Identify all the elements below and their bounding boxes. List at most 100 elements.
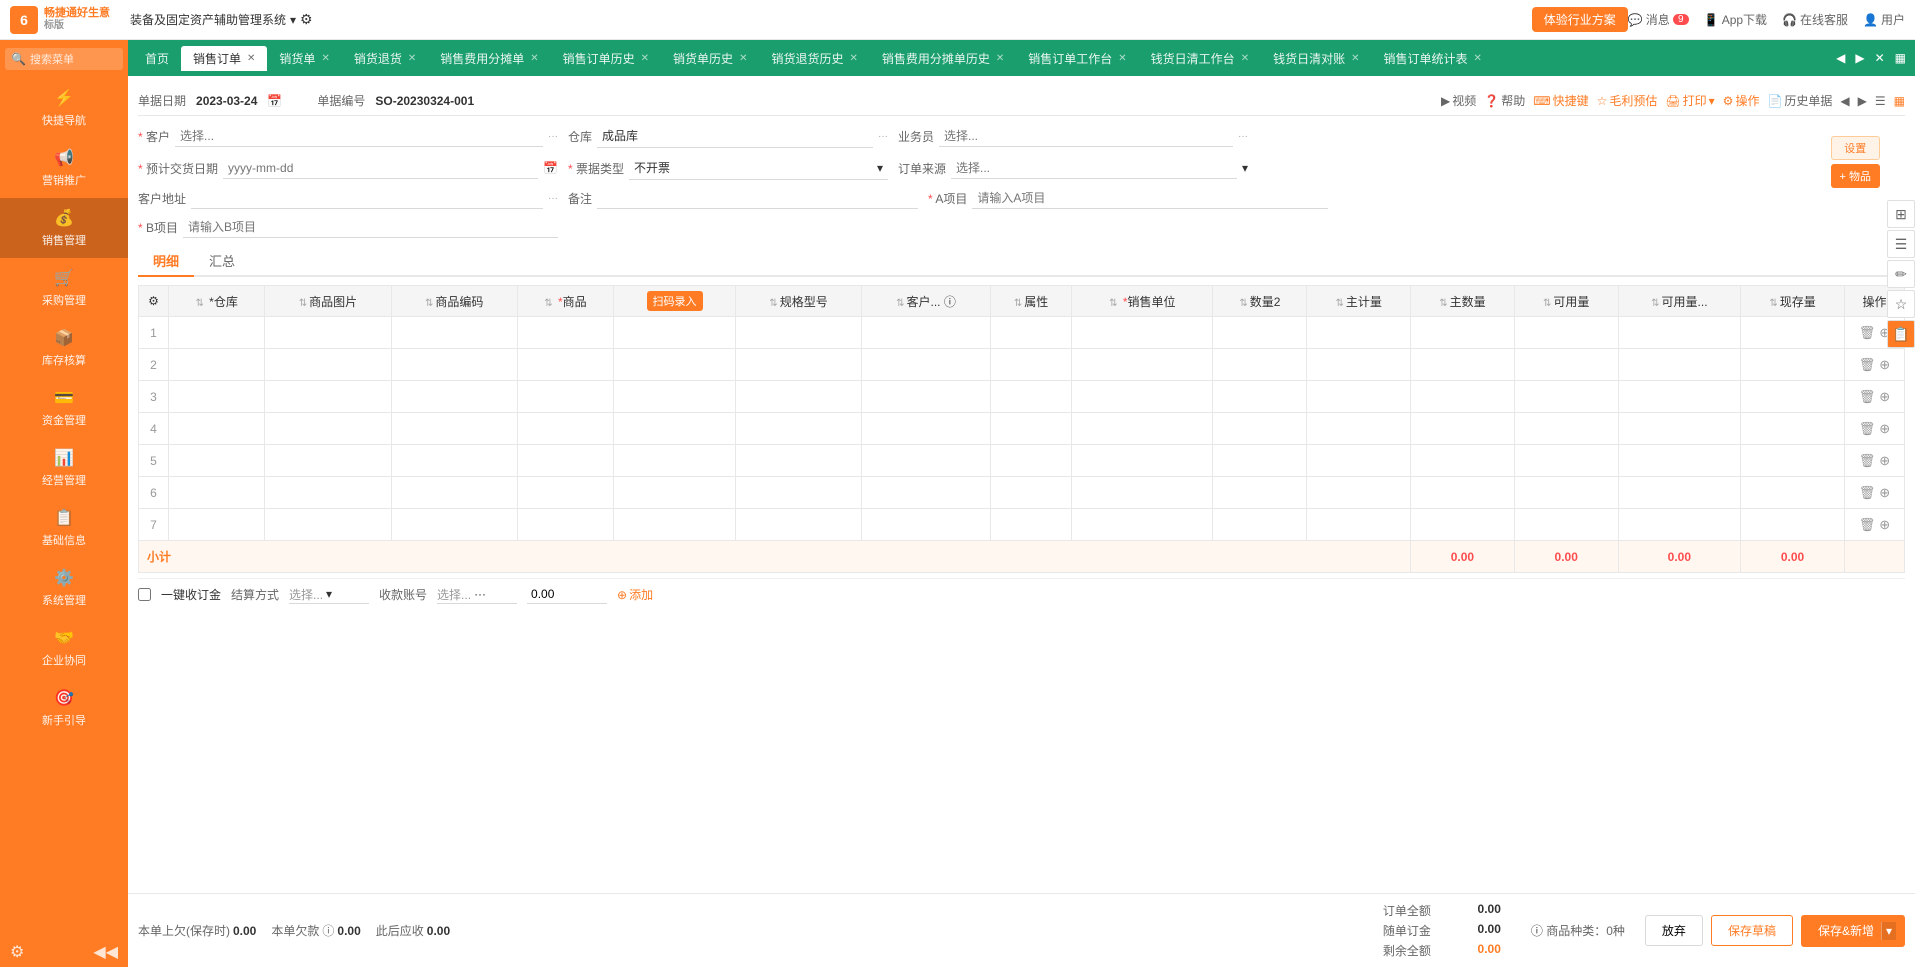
payment-amount-input[interactable] bbox=[527, 585, 607, 604]
a-project-input[interactable] bbox=[972, 188, 1328, 209]
online-service-action[interactable]: 🎧 在线客服 bbox=[1782, 11, 1848, 28]
sidebar-item-inventory[interactable]: 📦 库存核算 bbox=[0, 318, 128, 378]
float-icon-1[interactable]: ⊞ bbox=[1887, 200, 1915, 228]
sort-icon[interactable]: ⇅ bbox=[1439, 298, 1447, 309]
one-click-checkbox[interactable] bbox=[138, 588, 151, 601]
copy-icon[interactable]: ⊕ bbox=[1879, 389, 1890, 405]
shortcut-btn[interactable]: ⌨ 快捷键 bbox=[1533, 92, 1588, 109]
sort-icon[interactable]: ⇅ bbox=[1014, 298, 1022, 309]
sort-icon[interactable]: ⇅ bbox=[1543, 298, 1551, 309]
note-input[interactable] bbox=[597, 188, 918, 209]
address-input[interactable] bbox=[191, 188, 543, 209]
sort-icon[interactable]: ⇅ bbox=[195, 298, 203, 309]
trial-button[interactable]: 体验行业方案 bbox=[1532, 7, 1628, 32]
sidebar-item-guide[interactable]: 🎯 新手引导 bbox=[0, 678, 128, 738]
goods-count-icon[interactable]: ⓘ bbox=[1531, 924, 1543, 938]
copy-icon[interactable]: ⊕ bbox=[1879, 453, 1890, 469]
close-tab-icon[interactable]: ✕ bbox=[641, 53, 649, 64]
message-action[interactable]: 💬 消息 9 bbox=[1628, 11, 1689, 28]
grid-view-icon[interactable]: ▦ bbox=[1894, 94, 1905, 108]
row-warehouse[interactable] bbox=[169, 317, 265, 349]
address-more-icon[interactable]: ··· bbox=[548, 193, 558, 204]
close-tab-icon[interactable]: ✕ bbox=[1351, 53, 1359, 64]
tab-sales-order[interactable]: 销售订单 ✕ bbox=[181, 46, 267, 71]
tab-expand-icon[interactable]: ▦ bbox=[1891, 49, 1910, 67]
delete-icon[interactable]: 🗑 bbox=[1859, 517, 1876, 533]
info-icon[interactable]: ⓘ bbox=[944, 295, 956, 309]
delete-icon[interactable]: 🗑 bbox=[1859, 325, 1876, 341]
sort-icon[interactable]: ⇅ bbox=[425, 298, 433, 309]
tab-daily-workbench[interactable]: 钱货日清工作台 ✕ bbox=[1139, 46, 1261, 71]
sidebar-item-sales[interactable]: 💰 销售管理 bbox=[0, 198, 128, 258]
tab-cost-split-history[interactable]: 销售费用分摊单历史 ✕ bbox=[870, 46, 1016, 71]
staff-more-icon[interactable]: ··· bbox=[1238, 131, 1248, 142]
add-goods-button[interactable]: + 物品 bbox=[1831, 164, 1880, 188]
sort-icon[interactable]: ⇅ bbox=[299, 298, 307, 309]
print-btn[interactable]: 🖨 打印 ▾ bbox=[1665, 92, 1714, 109]
current-help-icon[interactable]: ⓘ bbox=[322, 922, 334, 939]
tab-return-history[interactable]: 销货退货历史 ✕ bbox=[759, 46, 869, 71]
sidebar-item-finance[interactable]: 💳 资金管理 bbox=[0, 378, 128, 438]
close-tab-icon[interactable]: ✕ bbox=[1118, 53, 1126, 64]
order-source-dropdown-icon[interactable]: ▾ bbox=[1242, 161, 1248, 175]
copy-icon[interactable]: ⊕ bbox=[1879, 485, 1890, 501]
table-scroll[interactable]: ⚙ ⇅ *仓库 ⇅商品图片 ⇅商品编码 bbox=[138, 285, 1905, 573]
close-tab-icon[interactable]: ✕ bbox=[1241, 53, 1249, 64]
settings-icon[interactable]: ⚙ bbox=[300, 11, 313, 28]
customer-more-icon[interactable]: ··· bbox=[548, 131, 558, 142]
view-btn[interactable]: ▶ 视频 bbox=[1441, 92, 1476, 109]
account-more-icon[interactable]: ··· bbox=[474, 587, 486, 601]
tab-close-icon[interactable]: ✕ bbox=[1871, 49, 1889, 67]
tab-summary[interactable]: 汇总 bbox=[194, 246, 250, 277]
history-btn[interactable]: 📄 历史单据 bbox=[1767, 92, 1832, 109]
calendar-icon[interactable]: 📅 bbox=[267, 94, 282, 108]
float-icon-4[interactable]: ☆ bbox=[1887, 290, 1915, 318]
delete-icon[interactable]: 🗑 bbox=[1859, 453, 1876, 469]
close-tab-icon[interactable]: ✕ bbox=[321, 53, 329, 64]
save-new-button[interactable]: 保存&新增 ▾ bbox=[1801, 915, 1905, 947]
delivery-input[interactable] bbox=[223, 158, 538, 179]
tab-detail[interactable]: 明细 bbox=[138, 246, 194, 277]
save-new-dropdown-icon[interactable]: ▾ bbox=[1881, 922, 1896, 940]
tab-order-stats[interactable]: 销售订单统计表 ✕ bbox=[1371, 46, 1493, 71]
sidebar-item-collab[interactable]: 🤝 企业协同 bbox=[0, 618, 128, 678]
nav-prev-icon[interactable]: ◀ bbox=[1840, 94, 1849, 108]
row-code[interactable] bbox=[391, 317, 517, 349]
tab-daily-reconcile[interactable]: 钱货日清对账 ✕ bbox=[1261, 46, 1371, 71]
sidebar-item-base-info[interactable]: 📋 基础信息 bbox=[0, 498, 128, 558]
float-icon-2[interactable]: ☰ bbox=[1887, 230, 1915, 258]
close-tab-icon[interactable]: ✕ bbox=[996, 53, 1004, 64]
sort-icon[interactable]: ⇅ bbox=[896, 298, 904, 309]
tab-cost-split[interactable]: 销售费用分摊单 ✕ bbox=[428, 46, 550, 71]
collapse-icon[interactable]: ◀◀ bbox=[93, 942, 118, 962]
tab-order-history[interactable]: 销售订单历史 ✕ bbox=[551, 46, 661, 71]
row-main-qty[interactable] bbox=[1411, 317, 1515, 349]
float-icon-5[interactable]: 📋 bbox=[1887, 320, 1915, 348]
settings-bottom-icon[interactable]: ⚙ bbox=[10, 942, 24, 962]
row-spec[interactable] bbox=[735, 317, 861, 349]
sidebar-item-marketing[interactable]: 📢 营销推广 bbox=[0, 138, 128, 198]
copy-icon[interactable]: ⊕ bbox=[1879, 517, 1890, 533]
list-view-icon[interactable]: ☰ bbox=[1875, 94, 1886, 108]
row-goods[interactable] bbox=[517, 317, 613, 349]
col-gear-icon[interactable]: ⚙ bbox=[148, 294, 159, 308]
row-qty2[interactable] bbox=[1213, 317, 1307, 349]
close-tab-icon[interactable]: ✕ bbox=[849, 53, 857, 64]
sidebar-item-system[interactable]: ⚙️ 系统管理 bbox=[0, 558, 128, 618]
delete-icon[interactable]: 🗑 bbox=[1859, 485, 1876, 501]
operation-btn[interactable]: ⚙ 操作 bbox=[1723, 92, 1760, 109]
order-source-input[interactable] bbox=[951, 158, 1237, 179]
staff-input[interactable] bbox=[939, 126, 1233, 147]
col-settings[interactable]: ⚙ bbox=[139, 286, 169, 317]
sort-icon[interactable]: ⇅ bbox=[1769, 298, 1777, 309]
abandon-button[interactable]: 放弃 bbox=[1645, 915, 1703, 946]
settings-button[interactable]: 设置 bbox=[1831, 136, 1880, 160]
dropdown-icon[interactable]: ▾ bbox=[290, 13, 296, 27]
user-action[interactable]: 👤 用户 bbox=[1863, 11, 1905, 28]
invoice-select[interactable]: 不开票 ▾ bbox=[629, 156, 888, 180]
close-tab-icon[interactable]: ✕ bbox=[408, 53, 416, 64]
delete-icon[interactable]: 🗑 bbox=[1859, 357, 1876, 373]
add-payment-button[interactable]: ⊕ 添加 bbox=[617, 586, 653, 603]
tab-sales-return[interactable]: 销货退货 ✕ bbox=[342, 46, 428, 71]
copy-icon[interactable]: ⊕ bbox=[1879, 357, 1890, 373]
